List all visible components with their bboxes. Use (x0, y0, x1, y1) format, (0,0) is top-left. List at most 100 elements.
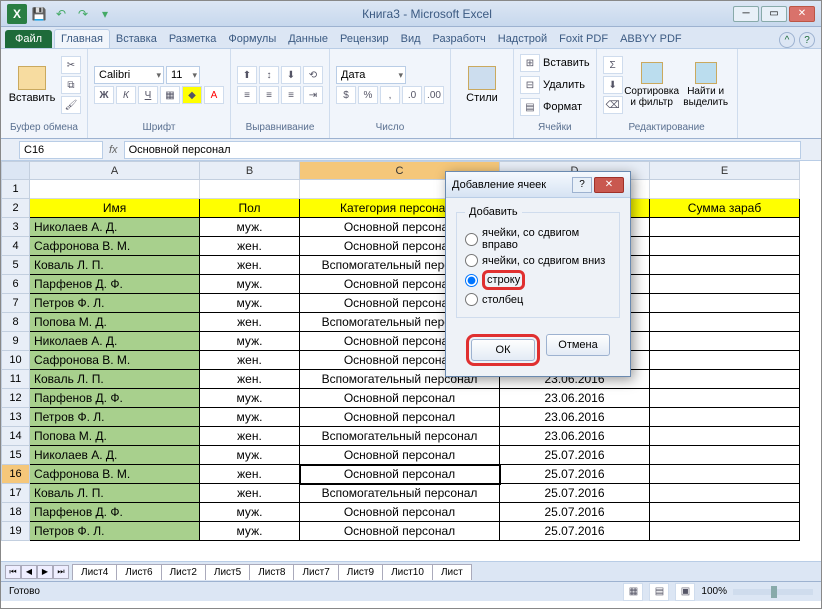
formula-bar[interactable]: Основной персонал (124, 141, 801, 159)
header-cell[interactable]: Имя (30, 199, 200, 218)
cell-gender[interactable]: муж. (200, 218, 300, 237)
bold-button[interactable]: Ж (94, 86, 114, 104)
cell[interactable] (650, 503, 800, 522)
close-button[interactable]: ✕ (789, 6, 815, 22)
sheet-nav-next-icon[interactable]: ▶ (37, 565, 53, 579)
cell-name[interactable]: Николаев А. Д. (30, 446, 200, 465)
cut-icon[interactable]: ✂ (61, 56, 81, 74)
cell[interactable] (30, 180, 200, 199)
align-bottom-icon[interactable]: ⬇ (281, 66, 301, 84)
tab-developer[interactable]: Разработч (427, 30, 492, 48)
row-header[interactable]: 7 (2, 294, 30, 313)
maximize-button[interactable]: ▭ (761, 6, 787, 22)
cell[interactable] (650, 427, 800, 446)
cell-gender[interactable]: муж. (200, 389, 300, 408)
align-center-icon[interactable]: ≡ (259, 86, 279, 104)
cell-gender[interactable]: муж. (200, 275, 300, 294)
cell-category[interactable]: Вспомогательный персонал (300, 484, 500, 503)
align-middle-icon[interactable]: ↕ (259, 66, 279, 84)
italic-button[interactable]: К (116, 86, 136, 104)
help-icon[interactable]: ? (799, 32, 815, 48)
sheet-tab[interactable]: Лист9 (338, 564, 383, 580)
tab-data[interactable]: Данные (282, 30, 334, 48)
col-header[interactable]: B (200, 162, 300, 180)
cell-date[interactable]: 25.07.2016 (500, 522, 650, 541)
cell-gender[interactable]: муж. (200, 446, 300, 465)
cell[interactable] (650, 275, 800, 294)
cell-name[interactable]: Парфенов Д. Ф. (30, 503, 200, 522)
autosum-icon[interactable]: Σ (603, 56, 623, 74)
row-header[interactable]: 14 (2, 427, 30, 446)
ribbon-minimize-icon[interactable]: ^ (779, 32, 795, 48)
zoom-level[interactable]: 100% (701, 586, 727, 597)
row-header[interactable]: 15 (2, 446, 30, 465)
radio-entire-row[interactable]: строку (465, 270, 611, 290)
col-header[interactable]: E (650, 162, 800, 180)
insert-cells-button[interactable]: ⊞Вставить (520, 52, 590, 74)
worksheet-grid[interactable]: ABCDE12ИмяПолКатегория персоналаДатаСумм… (1, 161, 821, 561)
cell-date[interactable]: 23.06.2016 (500, 389, 650, 408)
format-painter-icon[interactable]: 🖌 (61, 96, 81, 114)
row-header[interactable]: 9 (2, 332, 30, 351)
tab-review[interactable]: Рецензир (334, 30, 395, 48)
cell-gender[interactable]: муж. (200, 294, 300, 313)
cell-gender[interactable]: жен. (200, 465, 300, 484)
styles-button[interactable]: Стили (457, 51, 507, 119)
row-header[interactable]: 1 (2, 180, 30, 199)
header-cell[interactable]: Сумма зараб (650, 199, 800, 218)
cell-category[interactable]: Основной персонал (300, 389, 500, 408)
copy-icon[interactable]: ⧉ (61, 76, 81, 94)
percent-icon[interactable]: % (358, 86, 378, 104)
cell-gender[interactable]: муж. (200, 503, 300, 522)
tab-file[interactable]: Файл (5, 30, 52, 48)
cell[interactable] (650, 218, 800, 237)
cell[interactable] (650, 294, 800, 313)
cell-gender[interactable]: жен. (200, 313, 300, 332)
align-right-icon[interactable]: ≡ (281, 86, 301, 104)
increase-decimal-icon[interactable]: .0 (402, 86, 422, 104)
cell-gender[interactable]: жен. (200, 427, 300, 446)
font-color-button[interactable]: A (204, 86, 224, 104)
cell-category[interactable]: Основной персонал (300, 446, 500, 465)
cell-category[interactable]: Основной персонал (300, 465, 500, 484)
undo-icon[interactable]: ↶ (51, 4, 71, 24)
tab-home[interactable]: Главная (54, 29, 110, 48)
sheet-tab[interactable]: Лист6 (116, 564, 161, 580)
tab-formulas[interactable]: Формулы (222, 30, 282, 48)
cell-name[interactable]: Коваль Л. П. (30, 370, 200, 389)
cell[interactable] (650, 522, 800, 541)
sheet-tab[interactable]: Лист10 (382, 564, 433, 580)
format-cells-button[interactable]: ▤Формат (520, 96, 590, 118)
fill-color-button[interactable]: ◆ (182, 86, 202, 104)
cell-category[interactable]: Основной персонал (300, 522, 500, 541)
cell[interactable] (200, 180, 300, 199)
cell-date[interactable]: 25.07.2016 (500, 465, 650, 484)
border-button[interactable]: ▦ (160, 86, 180, 104)
sheet-tab[interactable]: Лист4 (72, 564, 117, 580)
cell-gender[interactable]: муж. (200, 332, 300, 351)
dialog-close-button[interactable]: ✕ (594, 177, 624, 193)
radio-entire-column[interactable]: столбец (465, 293, 611, 306)
radio-shift-down[interactable]: ячейки, со сдвигом вниз (465, 254, 611, 267)
tab-layout[interactable]: Разметка (163, 30, 223, 48)
fx-icon[interactable]: fx (109, 144, 118, 156)
tab-addins[interactable]: Надстрой (492, 30, 553, 48)
cell-name[interactable]: Попова М. Д. (30, 427, 200, 446)
tab-foxit[interactable]: Foxit PDF (553, 30, 614, 48)
row-header[interactable]: 11 (2, 370, 30, 389)
cell-name[interactable]: Парфенов Д. Ф. (30, 275, 200, 294)
sheet-tab[interactable]: Лист5 (205, 564, 250, 580)
align-left-icon[interactable]: ≡ (237, 86, 257, 104)
row-header[interactable]: 16 (2, 465, 30, 484)
radio-shift-right[interactable]: ячейки, со сдвигом вправо (465, 227, 611, 251)
cell-name[interactable]: Петров Ф. Л. (30, 408, 200, 427)
cell[interactable] (650, 351, 800, 370)
view-layout-icon[interactable]: ▤ (649, 583, 669, 601)
row-header[interactable]: 12 (2, 389, 30, 408)
cell[interactable] (650, 237, 800, 256)
delete-cells-button[interactable]: ⊟Удалить (520, 74, 590, 96)
row-header[interactable]: 3 (2, 218, 30, 237)
clear-icon[interactable]: ⌫ (603, 96, 623, 114)
row-header[interactable]: 10 (2, 351, 30, 370)
cell[interactable] (650, 180, 800, 199)
